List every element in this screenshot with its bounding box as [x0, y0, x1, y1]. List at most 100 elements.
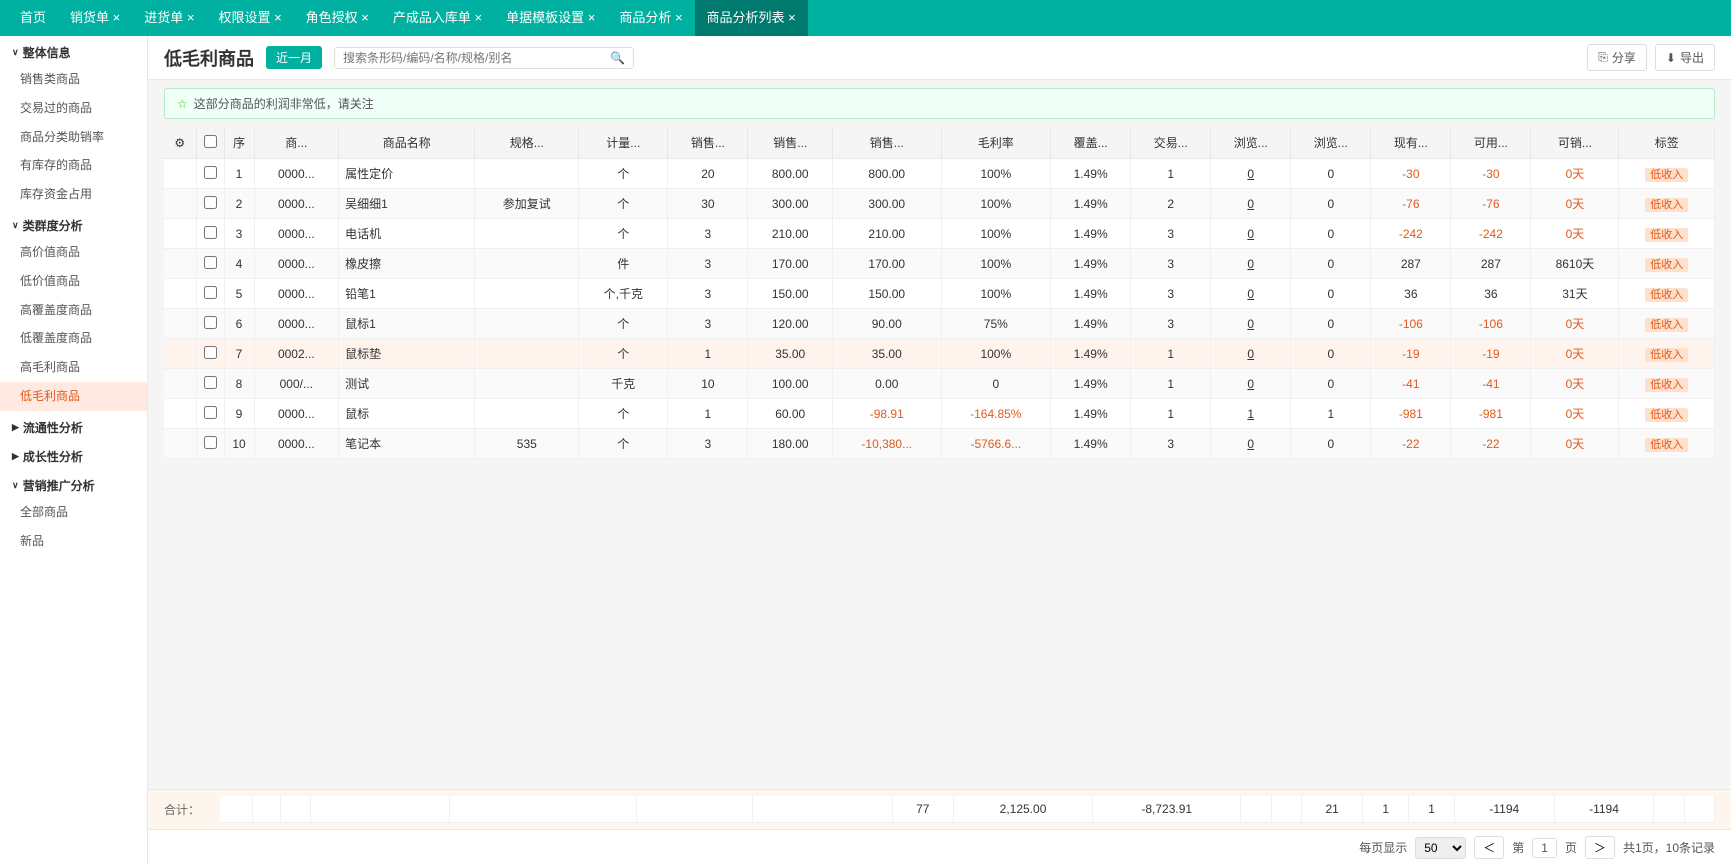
cell-checkbox[interactable]	[196, 369, 224, 399]
export-button[interactable]: ⬇ 导出	[1655, 44, 1715, 71]
th-browse2[interactable]: 浏览...	[1291, 127, 1371, 159]
cell-trade: 1	[1131, 399, 1211, 429]
row-checkbox[interactable]	[204, 286, 217, 299]
nav-item-首页[interactable]: 首页	[8, 0, 58, 36]
sidebar-item-销售类商品[interactable]: 销售类商品	[0, 65, 147, 94]
sidebar-item-商品分类助销率[interactable]: 商品分类助销率	[0, 123, 147, 152]
cell-checkbox[interactable]	[196, 219, 224, 249]
th-spec[interactable]: 规格...	[475, 127, 579, 159]
th-coverage[interactable]: 覆盖...	[1051, 127, 1131, 159]
row-checkbox[interactable]	[204, 256, 217, 269]
search-box: 🔍	[334, 47, 634, 69]
row-checkbox[interactable]	[204, 226, 217, 239]
prev-page-button[interactable]: ＜	[1474, 836, 1504, 859]
cell-browse1[interactable]: 0	[1211, 309, 1291, 339]
th-sales-price[interactable]: 销售...	[748, 127, 833, 159]
nav-item-商品分析×[interactable]: 商品分析 ×	[607, 0, 694, 36]
sidebar-item-库存资金占用[interactable]: 库存资金占用	[0, 180, 147, 209]
footer-trade: 21	[1301, 796, 1362, 823]
cell-browse1[interactable]: 0	[1211, 249, 1291, 279]
th-gross-margin[interactable]: 毛利率	[941, 127, 1051, 159]
th-available[interactable]: 可用...	[1451, 127, 1531, 159]
th-checkbox[interactable]	[196, 127, 224, 159]
nav-item-进货单×[interactable]: 进货单 ×	[132, 0, 206, 36]
search-icon[interactable]: 🔍	[610, 51, 625, 65]
cell-trade: 1	[1131, 159, 1211, 189]
sidebar-item-高覆盖度商品[interactable]: 高覆盖度商品	[0, 296, 147, 325]
th-unit[interactable]: 计量...	[579, 127, 668, 159]
cell-checkbox[interactable]	[196, 309, 224, 339]
sidebar-group-整体信息[interactable]: ∨整体信息	[0, 36, 147, 65]
nav-item-产成品入库单×[interactable]: 产成品入库单 ×	[381, 0, 494, 36]
cell-browse1[interactable]: 0	[1211, 279, 1291, 309]
cell-tag: 低收入	[1619, 189, 1715, 219]
cell-sales-qty: 10	[668, 369, 748, 399]
th-saleable[interactable]: 可销...	[1531, 127, 1619, 159]
nav-item-单据模板设置×[interactable]: 单据模板设置 ×	[494, 0, 607, 36]
sidebar-item-高毛利商品[interactable]: 高毛利商品	[0, 353, 147, 382]
search-input[interactable]	[343, 51, 610, 65]
th-current-stock[interactable]: 现有...	[1371, 127, 1451, 159]
table-row: 7 0002... 鼠标垫 个 1 35.00 35.00 100% 1.49%…	[164, 339, 1715, 369]
th-sales-amount[interactable]: 销售...	[833, 127, 941, 159]
nav-item-商品分析列表×[interactable]: 商品分析列表 ×	[695, 0, 808, 36]
cell-checkbox[interactable]	[196, 399, 224, 429]
cell-checkbox[interactable]	[196, 249, 224, 279]
sidebar-item-高价值商品[interactable]: 高价值商品	[0, 238, 147, 267]
nav-item-销货单×[interactable]: 销货单 ×	[58, 0, 132, 36]
sidebar-group-营销推广分析[interactable]: ∨营销推广分析	[0, 469, 147, 498]
row-checkbox[interactable]	[204, 376, 217, 389]
share-button[interactable]: ⎘ 分享	[1587, 44, 1647, 71]
sidebar-item-新品[interactable]: 新品	[0, 527, 147, 556]
row-checkbox[interactable]	[204, 316, 217, 329]
sidebar-item-低毛利商品[interactable]: 低毛利商品	[0, 382, 147, 411]
sidebar-item-低覆盖度商品[interactable]: 低覆盖度商品	[0, 324, 147, 353]
select-all-checkbox[interactable]	[204, 135, 217, 148]
footer-totals-row: 77 2,125.00 -8,723.91 21 1 1 -1194 -1194	[220, 796, 1714, 823]
per-page-select[interactable]: 50 20 100	[1415, 837, 1466, 859]
cell-browse1[interactable]: 0	[1211, 339, 1291, 369]
cell-checkbox[interactable]	[196, 279, 224, 309]
sidebar-item-有库存的商品[interactable]: 有库存的商品	[0, 151, 147, 180]
cell-trade: 3	[1131, 309, 1211, 339]
cell-browse1[interactable]: 0	[1211, 219, 1291, 249]
cell-tag: 低收入	[1619, 309, 1715, 339]
row-checkbox[interactable]	[204, 436, 217, 449]
cell-current-stock: 36	[1371, 279, 1451, 309]
cell-checkbox[interactable]	[196, 159, 224, 189]
cell-checkbox[interactable]	[196, 189, 224, 219]
row-checkbox[interactable]	[204, 406, 217, 419]
row-checkbox[interactable]	[204, 346, 217, 359]
sidebar-item-低价值商品[interactable]: 低价值商品	[0, 267, 147, 296]
sidebar-item-全部商品[interactable]: 全部商品	[0, 498, 147, 527]
cell-settings	[164, 339, 196, 369]
cell-browse1[interactable]: 0	[1211, 189, 1291, 219]
row-checkbox[interactable]	[204, 196, 217, 209]
th-name[interactable]: 商品名称	[339, 127, 475, 159]
cell-browse1[interactable]: 0	[1211, 159, 1291, 189]
sidebar-group-成长性分析[interactable]: ▶成长性分析	[0, 440, 147, 469]
nav-item-权限设置×[interactable]: 权限设置 ×	[206, 0, 293, 36]
th-browse1[interactable]: 浏览...	[1211, 127, 1291, 159]
sidebar-group-类群度分析[interactable]: ∨类群度分析	[0, 209, 147, 238]
cell-browse1[interactable]: 1	[1211, 399, 1291, 429]
th-tag[interactable]: 标签	[1619, 127, 1715, 159]
th-settings[interactable]: ⚙	[164, 127, 196, 159]
sidebar-item-交易过的商品[interactable]: 交易过的商品	[0, 94, 147, 123]
cell-checkbox[interactable]	[196, 429, 224, 459]
sidebar-group-流通性分析[interactable]: ▶流通性分析	[0, 411, 147, 440]
nav-item-角色授权×[interactable]: 角色授权 ×	[294, 0, 381, 36]
cell-code: 0000...	[254, 159, 339, 189]
filter-btn[interactable]: 近一月	[266, 46, 322, 69]
cell-checkbox[interactable]	[196, 339, 224, 369]
cell-browse1[interactable]: 0	[1211, 369, 1291, 399]
table-row: 2 0000... 吴细细1 参加复试 个 30 300.00 300.00 1…	[164, 189, 1715, 219]
next-page-button[interactable]: ＞	[1585, 836, 1615, 859]
row-checkbox[interactable]	[204, 166, 217, 179]
table-container: ⚙ 序 商... 商品名称 规格... 计量... 销售... 销售... 销售…	[148, 127, 1731, 789]
th-code[interactable]: 商...	[254, 127, 339, 159]
th-trade[interactable]: 交易...	[1131, 127, 1211, 159]
th-sales-qty[interactable]: 销售...	[668, 127, 748, 159]
total-records: 共1页，10条记录	[1623, 839, 1715, 856]
cell-browse1[interactable]: 0	[1211, 429, 1291, 459]
